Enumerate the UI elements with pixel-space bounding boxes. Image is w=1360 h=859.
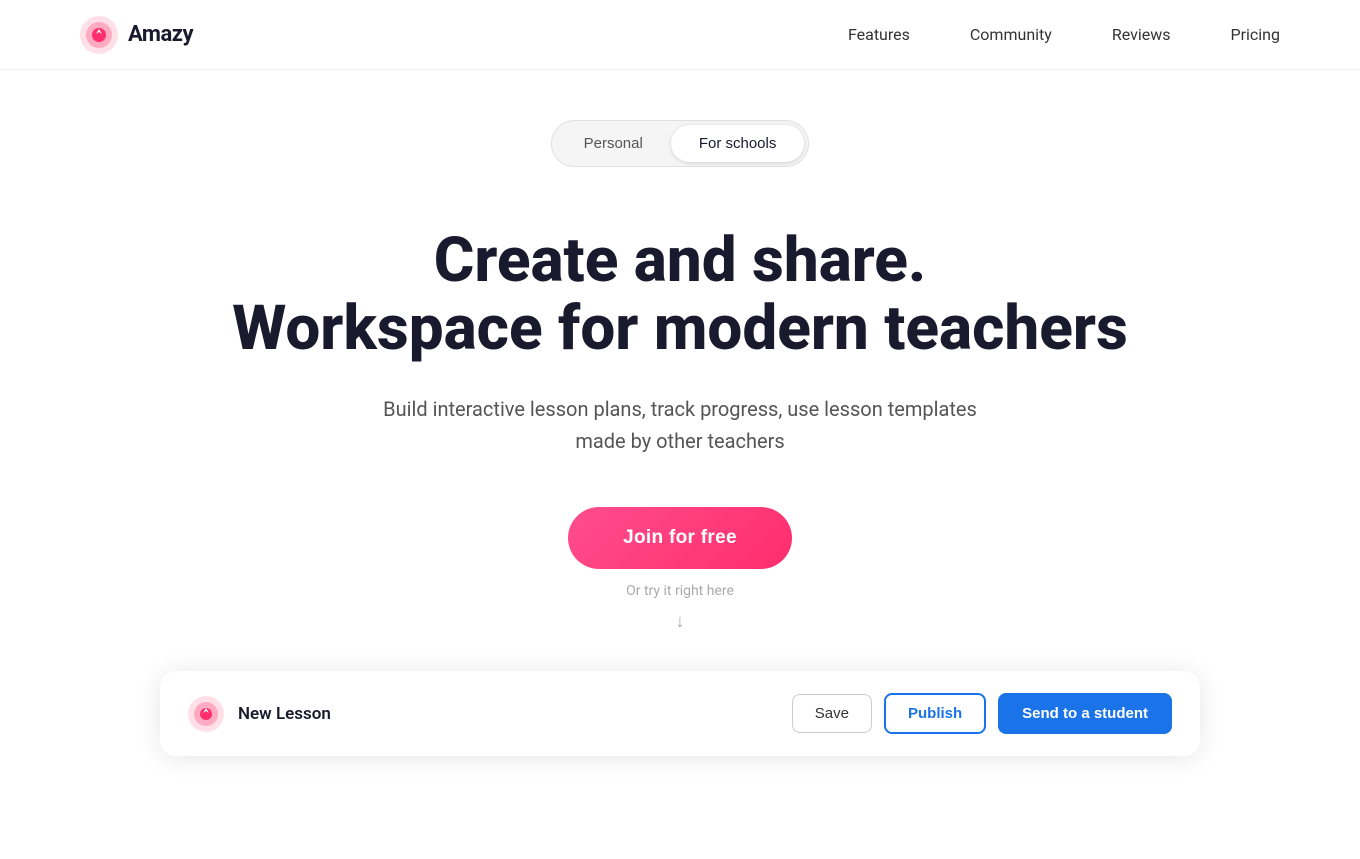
- nav-item-features[interactable]: Features: [848, 25, 910, 44]
- nav-link-features[interactable]: Features: [848, 25, 910, 44]
- cta-section: Join for free Or try it right here ↓: [80, 507, 1280, 631]
- nav-item-pricing[interactable]: Pricing: [1231, 25, 1281, 44]
- nav-link-community[interactable]: Community: [970, 25, 1052, 44]
- publish-button[interactable]: Publish: [884, 693, 986, 734]
- join-free-button[interactable]: Join for free: [568, 507, 792, 569]
- nav-item-community[interactable]: Community: [970, 25, 1052, 44]
- demo-card-left: New Lesson: [188, 696, 331, 732]
- nav-links: Features Community Reviews Pricing: [848, 25, 1280, 44]
- brand-name: Amazy: [128, 22, 193, 47]
- toggle-group: Personal For schools: [551, 120, 810, 167]
- nav-item-reviews[interactable]: Reviews: [1112, 25, 1171, 44]
- demo-card-actions: Save Publish Send to a student: [792, 693, 1172, 734]
- toggle-container: Personal For schools: [0, 120, 1360, 167]
- demo-logo-icon: [188, 696, 224, 732]
- toggle-personal[interactable]: Personal: [556, 125, 671, 162]
- demo-card: New Lesson Save Publish Send to a studen…: [160, 671, 1200, 756]
- hero-section: Create and share. Workspace for modern t…: [0, 167, 1360, 631]
- nav-link-pricing[interactable]: Pricing: [1231, 25, 1281, 44]
- nav-link-reviews[interactable]: Reviews: [1112, 25, 1171, 44]
- save-button[interactable]: Save: [792, 694, 872, 733]
- toggle-for-schools[interactable]: For schools: [671, 125, 805, 162]
- arrow-down-icon: ↓: [676, 613, 685, 631]
- demo-card-header: New Lesson Save Publish Send to a studen…: [188, 693, 1172, 734]
- hero-title-line1: Create and share.: [434, 224, 927, 297]
- hero-subtitle: Build interactive lesson plans, track pr…: [380, 393, 980, 457]
- try-here-text: Or try it right here: [626, 583, 734, 599]
- navbar: Amazy Features Community Reviews Pricing: [0, 0, 1360, 70]
- logo[interactable]: Amazy: [80, 16, 193, 54]
- logo-icon: [80, 16, 118, 54]
- lesson-title: New Lesson: [238, 704, 331, 724]
- hero-title: Create and share. Workspace for modern t…: [80, 227, 1280, 363]
- hero-title-line2: Workspace for modern teachers: [232, 292, 1128, 365]
- send-to-student-button[interactable]: Send to a student: [998, 693, 1172, 734]
